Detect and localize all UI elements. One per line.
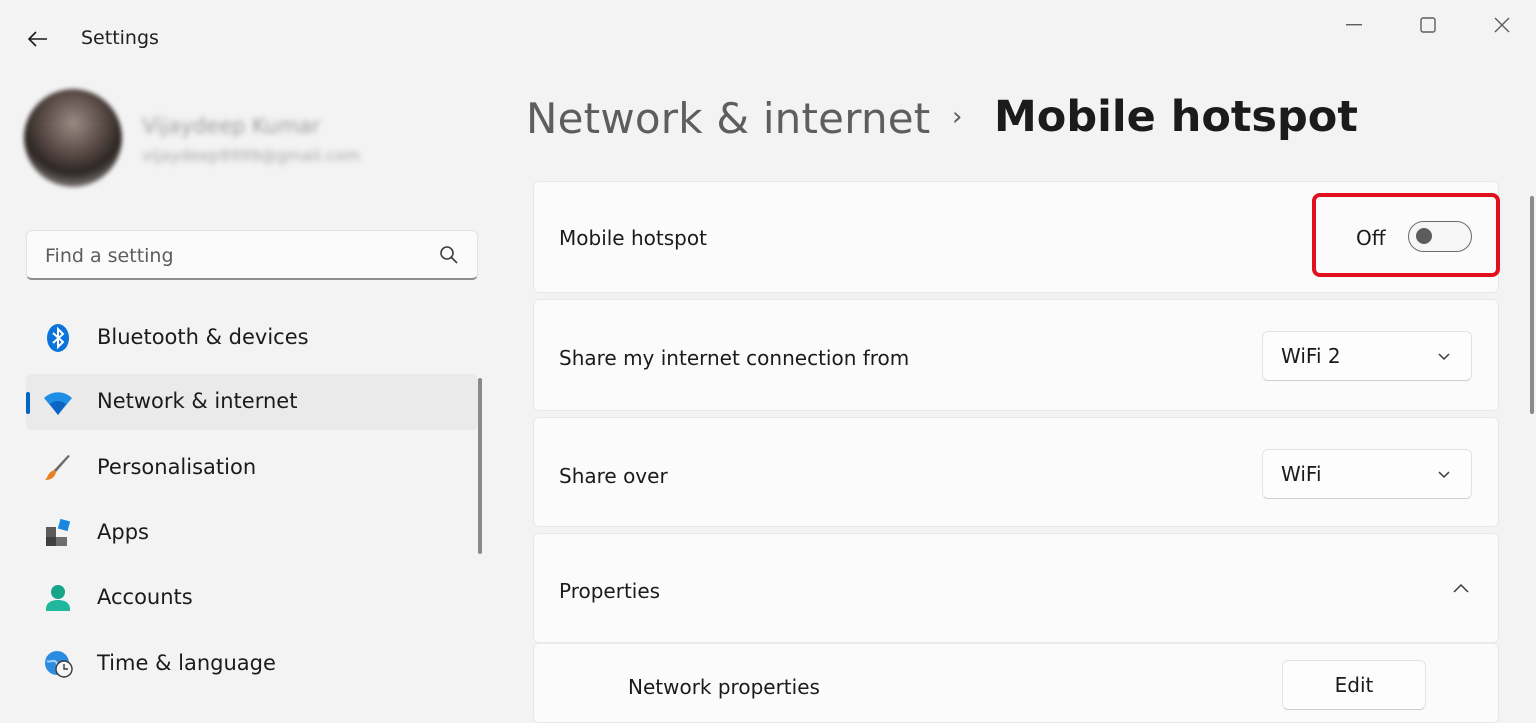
sidebar-item-time-language[interactable]: Time & language bbox=[26, 636, 478, 692]
maximize-icon bbox=[1420, 17, 1436, 33]
chevron-up-icon[interactable] bbox=[1452, 582, 1470, 594]
sidebar-item-label: Network & internet bbox=[97, 389, 298, 413]
sidebar-item-label: Apps bbox=[97, 520, 149, 544]
chevron-down-icon bbox=[1438, 353, 1450, 361]
share-from-card: Share my internet connection from WiFi 2 bbox=[533, 299, 1499, 411]
properties-label: Properties bbox=[559, 579, 661, 603]
share-over-card: Share over WiFi bbox=[533, 417, 1499, 527]
sidebar-item-label: Time & language bbox=[97, 651, 276, 675]
breadcrumb-parent[interactable]: Network & internet bbox=[526, 94, 930, 143]
minimize-button[interactable] bbox=[1334, 10, 1374, 40]
avatar[interactable] bbox=[24, 89, 122, 187]
sidebar-item-bluetooth[interactable]: Bluetooth & devices bbox=[26, 310, 478, 366]
search-box[interactable] bbox=[26, 230, 478, 280]
wifi-icon bbox=[44, 392, 72, 415]
active-indicator bbox=[26, 392, 30, 414]
sidebar-item-accounts[interactable]: Accounts bbox=[26, 570, 478, 626]
person-icon bbox=[46, 585, 70, 611]
user-email: vijaydeep9999@gmail.com bbox=[142, 146, 361, 165]
dropdown-value: WiFi 2 bbox=[1281, 344, 1341, 368]
brush-icon bbox=[45, 455, 70, 480]
search-input[interactable] bbox=[43, 241, 427, 271]
maximize-button[interactable] bbox=[1408, 10, 1448, 40]
share-over-label: Share over bbox=[559, 464, 668, 488]
toggle-knob bbox=[1416, 228, 1432, 244]
back-arrow-icon bbox=[28, 31, 47, 47]
close-button[interactable] bbox=[1482, 10, 1522, 40]
network-properties-label: Network properties bbox=[628, 675, 820, 699]
edit-button[interactable]: Edit bbox=[1282, 660, 1426, 710]
hotspot-label: Mobile hotspot bbox=[559, 226, 707, 250]
sidebar-item-apps[interactable]: Apps bbox=[26, 505, 478, 561]
globe-clock-icon bbox=[45, 651, 73, 678]
sidebar-item-personalisation[interactable]: Personalisation bbox=[26, 440, 478, 496]
apps-icon bbox=[46, 518, 71, 546]
share-over-dropdown[interactable]: WiFi bbox=[1262, 449, 1472, 499]
chevron-down-icon bbox=[1438, 471, 1450, 479]
hotspot-state: Off bbox=[1356, 226, 1386, 250]
page-title: Mobile hotspot bbox=[994, 92, 1358, 142]
bluetooth-icon bbox=[47, 324, 69, 352]
share-from-dropdown[interactable]: WiFi 2 bbox=[1262, 331, 1472, 381]
back-button[interactable] bbox=[22, 24, 54, 54]
main-scrollbar[interactable] bbox=[1530, 196, 1534, 414]
app-title: Settings bbox=[81, 27, 159, 49]
hotspot-toggle[interactable] bbox=[1408, 221, 1472, 252]
minimize-icon bbox=[1346, 24, 1362, 26]
sidebar-item-label: Bluetooth & devices bbox=[97, 325, 309, 349]
close-icon bbox=[1494, 17, 1510, 33]
sidebar-scrollbar[interactable] bbox=[478, 378, 482, 554]
dropdown-value: WiFi bbox=[1281, 462, 1322, 486]
properties-header[interactable]: Properties bbox=[533, 533, 1499, 643]
search-icon[interactable] bbox=[439, 245, 459, 265]
network-properties-row: Network properties Edit bbox=[533, 643, 1499, 723]
sidebar-item-label: Accounts bbox=[97, 585, 193, 609]
share-from-label: Share my internet connection from bbox=[559, 346, 910, 370]
sidebar-item-network[interactable]: Network & internet bbox=[26, 374, 478, 430]
breadcrumb-separator: › bbox=[952, 102, 963, 132]
sidebar-item-label: Personalisation bbox=[97, 455, 257, 479]
user-name: Vijaydeep Kumar bbox=[142, 114, 321, 138]
